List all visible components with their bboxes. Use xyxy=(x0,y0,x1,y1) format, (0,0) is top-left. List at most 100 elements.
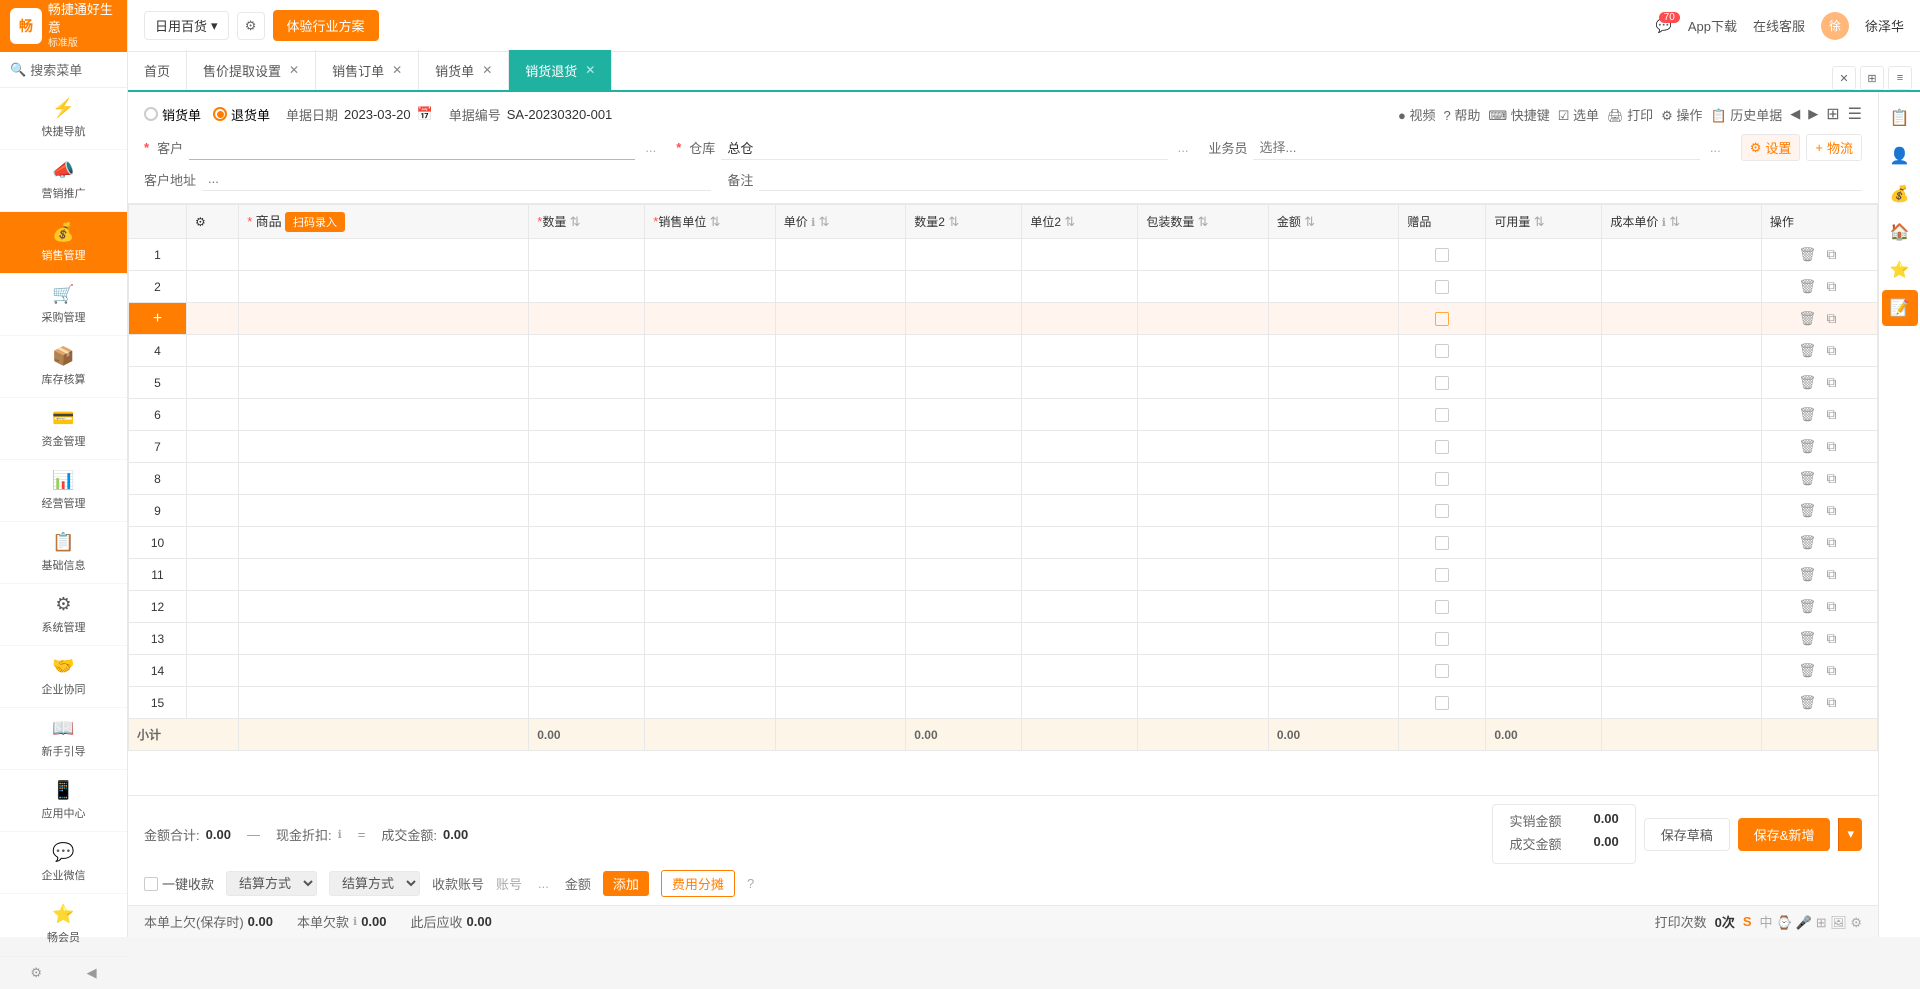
one-click-checkbox-box[interactable] xyxy=(144,877,158,891)
copy-icon[interactable]: ⧉ xyxy=(1822,374,1840,392)
tab-prev-btn[interactable]: ✕ xyxy=(1832,66,1856,90)
row-qty-2[interactable] xyxy=(529,271,645,303)
copy-icon[interactable]: ⧉ xyxy=(1822,534,1840,552)
tab-grid-btn[interactable]: ⊞ xyxy=(1860,66,1884,90)
sidebar-item-basic-info[interactable]: 📋 基础信息 xyxy=(0,522,127,584)
sidebar-item-vip[interactable]: ⭐ 畅会员 xyxy=(0,894,127,956)
toolbar-view1[interactable]: ⊞ xyxy=(1826,104,1839,124)
sidebar-collapse-icon[interactable]: ◀ xyxy=(87,965,97,981)
staff-input[interactable] xyxy=(1253,136,1699,160)
col-cost-sort[interactable]: ⇅ xyxy=(1669,214,1680,229)
tab-sales-return-close[interactable]: ✕ xyxy=(585,63,595,77)
row-product-1[interactable] xyxy=(239,239,529,271)
tab-price-extract[interactable]: 售价提取设置 ✕ xyxy=(187,50,316,90)
delete-icon[interactable]: 🗑 xyxy=(1798,566,1816,584)
warehouse-dots[interactable]: ... xyxy=(1174,140,1193,155)
toolbar-ops[interactable]: ⚙ 操作 xyxy=(1661,105,1702,124)
add-product-input[interactable] xyxy=(247,311,520,326)
delete-icon[interactable]: 🗑 xyxy=(1798,662,1816,680)
sidebar-item-operations[interactable]: 📊 经营管理 xyxy=(0,460,127,522)
col-amount-sort[interactable]: ⇅ xyxy=(1304,214,1315,229)
tab-home[interactable]: 首页 xyxy=(128,50,187,90)
cost-info-icon[interactable]: ℹ xyxy=(1662,217,1666,229)
add-row-qty[interactable] xyxy=(529,303,645,335)
row-pack-2[interactable] xyxy=(1138,271,1269,303)
delete-icon-2[interactable]: 🗑 xyxy=(1798,278,1816,296)
delete-icon[interactable]: 🗑 xyxy=(1798,342,1816,360)
row-unit-1[interactable] xyxy=(645,239,776,271)
col-gear-header[interactable]: ⚙ xyxy=(187,205,239,239)
right-panel-btn-3[interactable]: 💰 xyxy=(1882,176,1918,212)
sidebar-item-purchase[interactable]: 🛒 采购管理 xyxy=(0,274,127,336)
tab-sales-order[interactable]: 销售订单 ✕ xyxy=(316,50,419,90)
row-amount-1[interactable] xyxy=(1268,239,1399,271)
tab-price-extract-close[interactable]: ✕ xyxy=(289,63,299,77)
add-payment-btn[interactable]: 添加 xyxy=(603,871,649,896)
discount-info-icon[interactable]: ℹ xyxy=(338,828,342,841)
sidebar-item-finance[interactable]: 💳 资金管理 xyxy=(0,398,127,460)
copy-icon[interactable]: ⧉ xyxy=(1822,662,1840,680)
row-qty-1[interactable] xyxy=(529,239,645,271)
right-panel-btn-2[interactable]: 👤 xyxy=(1882,138,1918,174)
industry-selector[interactable]: 日用百货 ▾ xyxy=(144,11,229,40)
toolbar-help[interactable]: ? 帮助 xyxy=(1444,105,1481,124)
delete-icon[interactable]: 🗑 xyxy=(1798,374,1816,392)
row-price-1[interactable] xyxy=(775,239,906,271)
settlement-select[interactable]: 结算方式 xyxy=(226,871,317,896)
add-row-gift[interactable] xyxy=(1399,303,1486,335)
add-row-unit2[interactable] xyxy=(1022,303,1138,335)
sidebar-item-system[interactable]: ⚙ 系统管理 xyxy=(0,584,127,646)
address-input[interactable] xyxy=(202,167,711,191)
right-panel-btn-6[interactable]: 📝 xyxy=(1882,290,1918,326)
add-row-price[interactable] xyxy=(775,303,906,335)
add-row-btn[interactable]: + xyxy=(129,303,187,335)
doc-date-value[interactable]: 2023-03-20 xyxy=(344,107,411,122)
toolbar-next[interactable]: ▶ xyxy=(1808,106,1818,122)
copy-icon[interactable]: ⧉ xyxy=(1822,406,1840,424)
add-row-cost[interactable] xyxy=(1602,303,1762,335)
toolbar-select[interactable]: ☑ 选单 xyxy=(1558,105,1599,124)
tab-list-btn[interactable]: ≡ xyxy=(1888,66,1912,90)
col-avail-sort[interactable]: ⇅ xyxy=(1534,214,1545,229)
toolbar-history[interactable]: 📋 历史单据 xyxy=(1710,105,1782,124)
split-btn[interactable]: 费用分摊 xyxy=(661,870,735,897)
right-panel-btn-5[interactable]: ⭐ xyxy=(1882,252,1918,288)
copy-icon-2[interactable]: ⧉ xyxy=(1822,278,1840,296)
copy-icon[interactable]: ⧉ xyxy=(1822,342,1840,360)
row-gift-1[interactable] xyxy=(1399,239,1486,271)
row-qty2-2[interactable] xyxy=(906,271,1022,303)
row-unit2-2[interactable] xyxy=(1022,271,1138,303)
save-draft-btn[interactable]: 保存草稿 xyxy=(1644,818,1730,851)
delete-icon[interactable]: 🗑 xyxy=(1798,598,1816,616)
add-row-amount[interactable] xyxy=(1268,303,1399,335)
row-qty2-1[interactable] xyxy=(906,239,1022,271)
app-download-link[interactable]: App下载 xyxy=(1688,16,1737,35)
add-row-avail[interactable] xyxy=(1486,303,1602,335)
add-logistics-btn[interactable]: + 物流 xyxy=(1806,134,1862,161)
sidebar-settings-icon[interactable]: ⚙ xyxy=(30,965,42,981)
account-dots[interactable]: ... xyxy=(534,876,553,891)
toolbar-view2[interactable]: ☰ xyxy=(1848,104,1862,124)
sidebar-item-collaboration[interactable]: 🤝 企业协同 xyxy=(0,646,127,708)
message-badge[interactable]: 💬 70 xyxy=(1656,18,1672,34)
copy-icon[interactable]: ⧉ xyxy=(1822,630,1840,648)
delete-icon[interactable]: 🗑 xyxy=(1798,630,1816,648)
copy-icon[interactable]: ⧉ xyxy=(1822,470,1840,488)
row-avail-1[interactable] xyxy=(1486,239,1602,271)
copy-icon-add[interactable]: ⧉ xyxy=(1822,310,1840,328)
delete-icon[interactable]: 🗑 xyxy=(1798,470,1816,488)
experience-btn[interactable]: 体验行业方案 xyxy=(273,10,379,41)
topbar-settings-btn[interactable]: ⚙ xyxy=(237,12,265,40)
col-qty-sort[interactable]: ⇅ xyxy=(570,214,581,229)
right-panel-btn-1[interactable]: 📋 xyxy=(1882,100,1918,136)
toolbar-shortcuts[interactable]: ⌨ 快捷键 xyxy=(1488,105,1549,124)
delete-icon-add[interactable]: 🗑 xyxy=(1798,310,1816,328)
row-pack-1[interactable] xyxy=(1138,239,1269,271)
right-panel-btn-4[interactable]: 🏠 xyxy=(1882,214,1918,250)
add-row-product[interactable] xyxy=(239,303,529,335)
radio-sale[interactable]: 销货单 xyxy=(144,105,201,124)
row-amount-2[interactable] xyxy=(1268,271,1399,303)
sidebar-search[interactable]: 🔍 搜索菜单 xyxy=(0,52,127,88)
toolbar-print[interactable]: 🖨 打印 xyxy=(1607,105,1653,124)
copy-icon-1[interactable]: ⧉ xyxy=(1822,246,1840,264)
